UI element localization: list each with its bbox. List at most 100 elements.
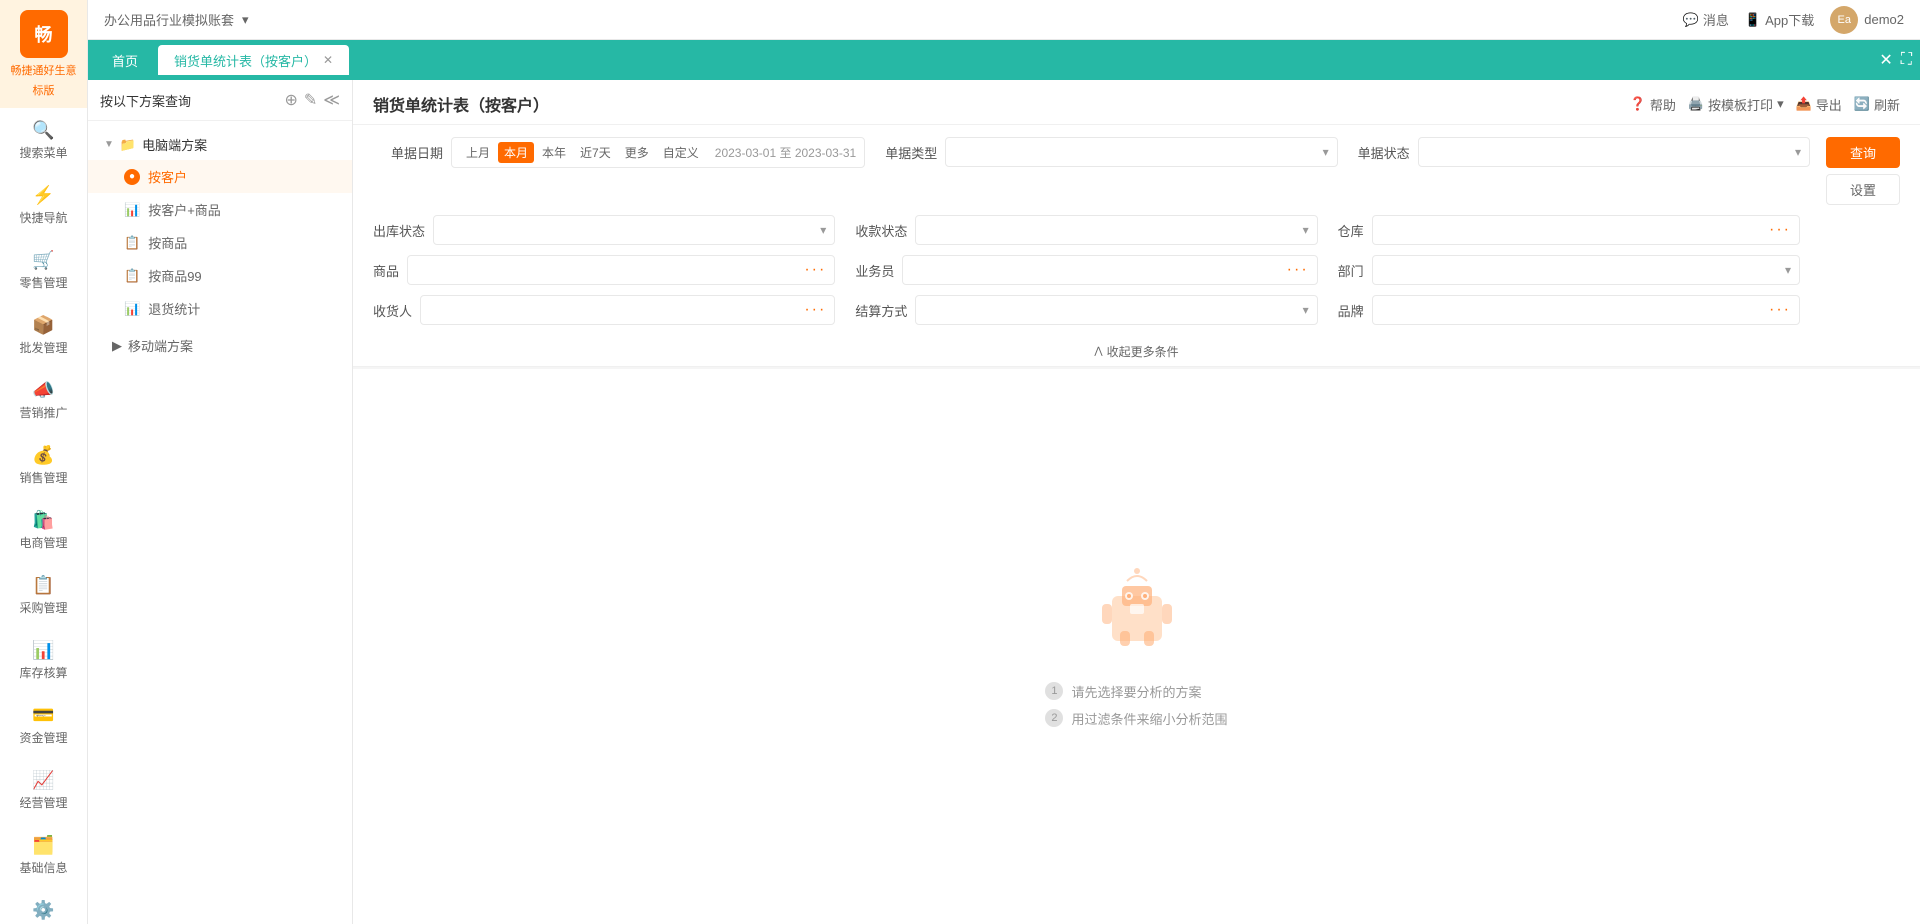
tab-close-icon[interactable]: ✕: [323, 53, 333, 67]
print-button[interactable]: 🖨️ 按模板打印 ▾: [1688, 95, 1784, 114]
sidebar-item-inventory[interactable]: 📊 库存核算: [0, 628, 87, 693]
date-tab-last-month[interactable]: 上月: [460, 142, 496, 163]
sidebar-item-marketing[interactable]: 📣 营销推广: [0, 368, 87, 433]
sidebar-item-business[interactable]: 📈 经营管理: [0, 758, 87, 823]
tree-item-by-goods[interactable]: 📋 按商品: [88, 226, 352, 259]
date-tab-this-month[interactable]: 本月: [498, 142, 534, 163]
sidebar-item-system[interactable]: ⚙️ 系统管理: [0, 888, 87, 924]
sidebar-item-finance[interactable]: 💳 资金管理: [0, 693, 87, 758]
receiver-select[interactable]: ···: [420, 295, 835, 325]
tab-sales-stat[interactable]: 销货单统计表（按客户） ✕: [158, 45, 349, 75]
inventory-icon: 📊: [32, 640, 54, 661]
sidebar-item-search[interactable]: 🔍 搜索菜单: [0, 108, 87, 173]
date-tabs: 上月 本月 本年 近7天 更多 自定义: [460, 142, 705, 163]
quick-nav-icon: ⚡: [32, 185, 54, 206]
tip1-text: 请先选择要分析的方案: [1071, 682, 1201, 701]
content-area: 按以下方案查询 ⊕ ✎ ≪ ▼ 📁 电脑端方案 ● 按客户: [88, 80, 1920, 924]
tree-item-label: 按客户+商品: [148, 200, 221, 219]
goods-label: 商品: [373, 261, 399, 280]
tab-home[interactable]: 首页: [96, 45, 154, 75]
sidebar-item-sales[interactable]: 💰 销售管理: [0, 433, 87, 498]
goods-select[interactable]: ···: [407, 255, 835, 285]
message-button[interactable]: 💬 消息: [1683, 10, 1729, 29]
topbar-right: 💬 消息 📱 App下载 Ea demo2: [1683, 6, 1904, 34]
setting-button[interactable]: 设置: [1826, 174, 1900, 205]
salesperson-select[interactable]: ···: [902, 255, 1317, 285]
date-tab-more[interactable]: 更多: [619, 142, 655, 163]
app-label: App下载: [1765, 10, 1814, 29]
app-download-button[interactable]: 📱 App下载: [1745, 10, 1814, 29]
left-panel: 按以下方案查询 ⊕ ✎ ≪ ▼ 📁 电脑端方案 ● 按客户: [88, 80, 353, 924]
refresh-label: 刷新: [1874, 95, 1900, 114]
add-scheme-icon[interactable]: ⊕: [284, 90, 297, 110]
refresh-button[interactable]: 🔄 刷新: [1854, 95, 1900, 114]
avatar: Ea: [1830, 6, 1858, 34]
window-maximize-icon[interactable]: ⛶: [1901, 51, 1912, 69]
salesperson-dots-icon: ···: [1287, 261, 1309, 279]
user-area[interactable]: Ea demo2: [1830, 6, 1904, 34]
basic-icon: 🗂️: [32, 835, 54, 856]
empty-tips: 1 请先选择要分析的方案 2 用过滤条件来缩小分析范围: [1045, 682, 1227, 728]
tree-group-desktop-header[interactable]: ▼ 📁 电脑端方案: [88, 129, 352, 160]
date-tab-7days[interactable]: 近7天: [574, 142, 617, 163]
logo-subtitle: 标版: [33, 82, 55, 98]
print-dropdown-icon: ▾: [1777, 96, 1784, 112]
tree-group-desktop: ▼ 📁 电脑端方案 ● 按客户 📊 按客户+商品 📋 按商品: [88, 129, 352, 325]
sidebar-item-basic[interactable]: 🗂️ 基础信息: [0, 823, 87, 888]
collapse-scheme-icon[interactable]: ≪: [323, 90, 340, 110]
date-tab-custom[interactable]: 自定义: [657, 142, 705, 163]
out-status-label: 出库状态: [373, 221, 425, 240]
brand-select[interactable]: ···: [1372, 295, 1800, 325]
query-button[interactable]: 查询: [1826, 137, 1900, 168]
dropdown-arrow-icon[interactable]: ▾: [242, 12, 249, 28]
sidebar-item-wholesale[interactable]: 📦 批发管理: [0, 303, 87, 368]
settlement-label: 结算方式: [855, 301, 907, 320]
date-tab-this-year[interactable]: 本年: [536, 142, 572, 163]
doc-status-select[interactable]: ▾: [1418, 137, 1810, 167]
app-icon: 📱: [1745, 12, 1761, 28]
sidebar-item-label: 经营管理: [19, 794, 67, 811]
collapse-bar[interactable]: ⋀ 收起更多条件: [353, 337, 1920, 367]
sidebar-item-label: 零售管理: [19, 274, 67, 291]
tree-item-by-goods-99[interactable]: 📋 按商品99: [88, 259, 352, 292]
out-status-select[interactable]: ▾: [433, 215, 835, 245]
help-icon: ❓: [1630, 96, 1646, 112]
left-panel-actions: ⊕ ✎ ≪: [284, 90, 340, 110]
help-button[interactable]: ❓ 帮助: [1630, 95, 1676, 114]
edit-scheme-icon[interactable]: ✎: [304, 90, 317, 110]
retail-icon: 🛒: [32, 250, 54, 271]
tree-item-label: 按客户: [148, 167, 187, 186]
department-select[interactable]: ▾: [1372, 255, 1800, 285]
tree-item-by-customer-goods[interactable]: 📊 按客户+商品: [88, 193, 352, 226]
export-label: 导出: [1816, 95, 1842, 114]
doc-status-label: 单据状态: [1358, 143, 1410, 162]
doc-type-select[interactable]: ▾: [945, 137, 1337, 167]
receipt-status-select[interactable]: ▾: [915, 215, 1317, 245]
tab-sales-stat-label: 销货单统计表（按客户）: [174, 51, 317, 70]
sidebar-item-label: 资金管理: [19, 729, 67, 746]
dept-dropdown-icon: ▾: [1785, 263, 1791, 277]
tree-item-return-stat[interactable]: 📊 退货统计: [88, 292, 352, 325]
window-close-icon[interactable]: ✕: [1879, 50, 1892, 70]
sidebar-item-ecommerce[interactable]: 🛍️ 电商管理: [0, 498, 87, 563]
chevron-down-icon: ▾: [1323, 145, 1329, 159]
warehouse-select[interactable]: ···: [1372, 215, 1800, 245]
export-button[interactable]: 📤 导出: [1796, 95, 1842, 114]
sidebar-item-label: 搜索菜单: [19, 144, 67, 161]
settlement-select[interactable]: ▾: [915, 295, 1317, 325]
empty-tip-2: 2 用过滤条件来缩小分析范围: [1045, 709, 1227, 728]
tree-group-mobile-header[interactable]: ▶ 移动端方案: [88, 329, 352, 362]
tabbar: 首页 销货单统计表（按客户） ✕ ✕ ⛶: [88, 40, 1920, 80]
date-range-picker[interactable]: 上月 本月 本年 近7天 更多 自定义 2023-03-01 至 2023-03…: [451, 137, 865, 168]
doc-type-label: 单据类型: [885, 143, 937, 162]
chart-icon: 📊: [124, 202, 140, 218]
system-icon: ⚙️: [32, 900, 54, 921]
logo-icon: 畅: [20, 10, 68, 58]
tab-maximize-area: ✕ ⛶: [1879, 50, 1912, 70]
sidebar-item-quick-nav[interactable]: ⚡ 快捷导航: [0, 173, 87, 238]
sidebar-item-label: 电商管理: [19, 534, 67, 551]
sidebar-item-retail[interactable]: 🛒 零售管理: [0, 238, 87, 303]
tree-item-by-customer[interactable]: ● 按客户: [88, 160, 352, 193]
tree-item-label: 退货统计: [148, 299, 200, 318]
sidebar-item-purchase[interactable]: 📋 采购管理: [0, 563, 87, 628]
